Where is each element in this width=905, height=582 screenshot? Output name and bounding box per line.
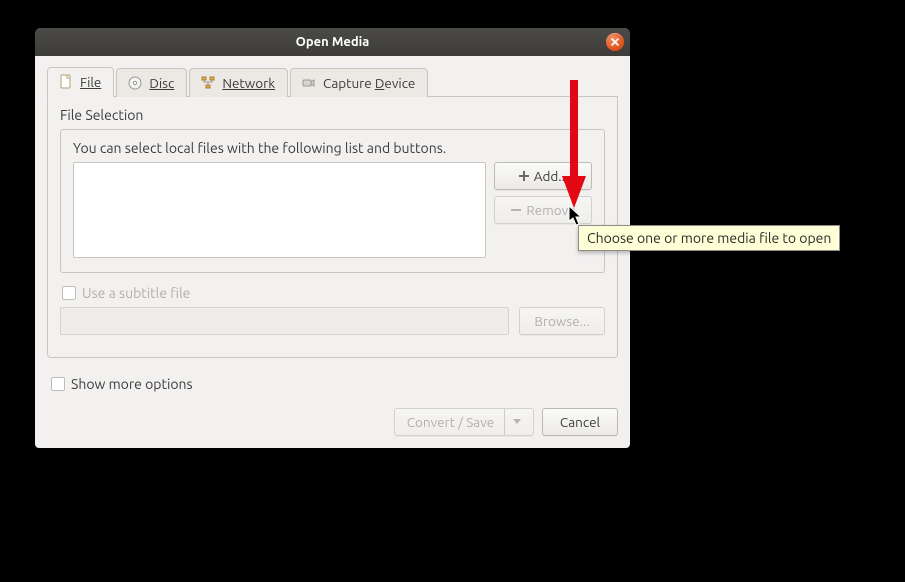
use-subtitle-label: Use a subtitle file (82, 285, 190, 301)
disc-icon (127, 75, 143, 91)
close-icon (610, 37, 620, 47)
add-button-label: Add... (534, 168, 569, 184)
browse-button: Browse... (519, 307, 605, 335)
network-icon (200, 75, 216, 91)
convert-save-label: Convert / Save (407, 414, 494, 430)
tooltip-text: Choose one or more media file to open (587, 230, 831, 246)
chevron-down-icon (513, 419, 521, 425)
convert-save-dropdown (504, 409, 529, 435)
minus-icon (510, 204, 522, 216)
cancel-button[interactable]: Cancel (542, 408, 618, 436)
tab-capture-device[interactable]: Capture Device (290, 68, 428, 97)
open-media-dialog: Open Media File Disc Network Capture Dev… (35, 28, 630, 448)
tabs: File Disc Network Capture Device (47, 66, 618, 97)
dialog-body: File Disc Network Capture Device File Se… (35, 56, 630, 448)
close-button[interactable] (606, 33, 624, 51)
file-list[interactable] (73, 162, 486, 258)
use-subtitle-row[interactable]: Use a subtitle file (62, 285, 605, 301)
tab-disc[interactable]: Disc (116, 68, 187, 97)
capture-icon (301, 75, 317, 91)
file-icon (58, 74, 74, 90)
file-selection-label: File Selection (60, 107, 605, 123)
file-selection-box: You can select local files with the foll… (60, 129, 605, 273)
cancel-button-label: Cancel (560, 414, 600, 430)
file-selection-hint: You can select local files with the foll… (73, 140, 592, 156)
window-title: Open Media (296, 35, 370, 49)
show-more-options-row[interactable]: Show more options (51, 376, 618, 392)
tab-disc-label: Disc (149, 75, 174, 91)
tooltip: Choose one or more media file to open (578, 225, 840, 251)
tab-panel-file: File Selection You can select local file… (47, 97, 618, 358)
convert-save-button: Convert / Save (394, 408, 534, 436)
subtitle-path-field (60, 307, 509, 335)
add-button[interactable]: Add... (494, 162, 592, 190)
use-subtitle-checkbox[interactable] (62, 286, 76, 300)
tab-network-label: Network (222, 75, 275, 91)
remove-button: Remove (494, 196, 592, 224)
tab-file-label: File (80, 74, 101, 90)
dialog-footer: Convert / Save Cancel (47, 408, 618, 436)
plus-icon (518, 170, 530, 182)
show-more-label: Show more options (71, 376, 193, 392)
titlebar[interactable]: Open Media (35, 28, 630, 56)
tab-network[interactable]: Network (189, 68, 288, 97)
remove-button-label: Remove (526, 202, 575, 218)
tab-file[interactable]: File (47, 67, 114, 97)
browse-button-label: Browse... (534, 313, 589, 329)
show-more-checkbox[interactable] (51, 377, 65, 391)
tab-capture-label: Capture Device (323, 75, 415, 91)
